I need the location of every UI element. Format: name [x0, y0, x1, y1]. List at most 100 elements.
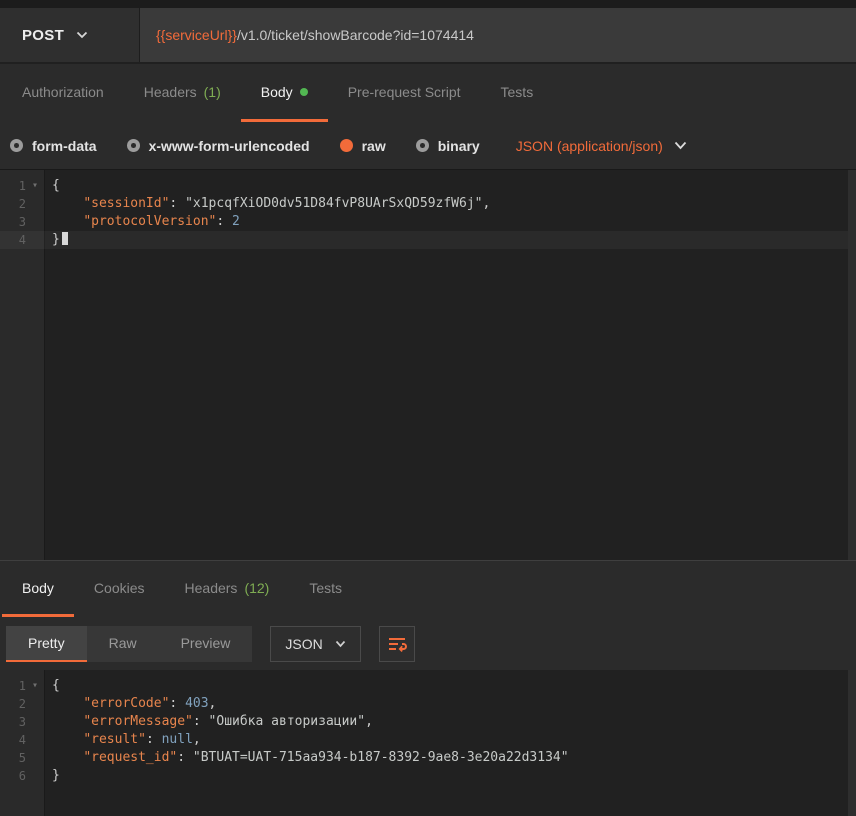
tab-count-badge: (1) [203, 83, 221, 100]
view-preview[interactable]: Preview [159, 626, 253, 662]
code-text: "protocolVersion": 2 [83, 214, 240, 229]
mode-label: x-www-form-urlencoded [148, 137, 310, 154]
method-label: POST [22, 26, 65, 44]
url-input[interactable]: {{serviceUrl}}/v1.0/ticket/showBarcode?i… [140, 8, 856, 62]
text-cursor [61, 232, 68, 245]
code-line-3: 3 "protocolVersion": 2 [0, 213, 856, 231]
response-tab-body[interactable]: Body [2, 561, 74, 617]
tab-label: Cookies [93, 579, 145, 596]
code-line-3: 3 "errorMessage": "Ошибка авторизации", [0, 713, 856, 731]
tab-label: Tests [309, 579, 343, 596]
line-number: 3 [18, 715, 26, 729]
code-line-4: 4} [0, 231, 856, 249]
response-tab-cookies[interactable]: Cookies [74, 561, 165, 617]
content-type-selector[interactable]: JSON (application/json) [516, 138, 687, 154]
code-text: { [52, 178, 60, 193]
request-tab-body[interactable]: Body [240, 64, 328, 122]
view-raw[interactable]: Raw [87, 626, 159, 662]
wrap-lines-icon [388, 637, 407, 652]
fold-gutter-space [26, 213, 44, 231]
code-line-5: 5 "request_id": "BTUAT=UAT-715aa934-b187… [0, 749, 856, 767]
fold-caret-icon[interactable]: ▾ [26, 677, 44, 695]
body-mode-form-data[interactable]: form-data [10, 138, 97, 154]
radio-icon [415, 139, 429, 152]
response-tabs: Body Cookies Headers (12) Tests [0, 560, 856, 617]
fold-gutter-space [26, 195, 44, 213]
line-number: 1 [18, 179, 26, 193]
request-tabs: Authorization Headers (1) Body Pre-request S… [0, 64, 856, 122]
tab-count-badge: (12) [244, 579, 270, 596]
code-line-6: 6} [0, 767, 856, 785]
chevron-down-icon [674, 141, 686, 150]
code-text: { [52, 678, 60, 693]
tab-label: Authorization [22, 83, 104, 100]
radio-icon [126, 139, 140, 152]
fold-gutter-space [26, 695, 44, 713]
postman-window: POST {{serviceUrl}}/v1.0/ticket/showBarc… [0, 0, 856, 816]
line-number: 5 [18, 751, 26, 765]
content-type-label: JSON (application/json) [515, 137, 663, 154]
tab-label: Pre-request Script [347, 83, 461, 100]
response-toolbar: Pretty Raw Preview JSON [0, 617, 856, 670]
top-strip [0, 0, 856, 8]
line-number: 2 [18, 697, 26, 711]
code-line-4: 4 "result": null, [0, 731, 856, 749]
url-path: /v1.0/ticket/showBarcode?id=1074414 [236, 27, 474, 43]
body-mode-x-www-form-urlencoded[interactable]: x-www-form-urlencoded [126, 137, 310, 154]
mode-label: raw [361, 137, 386, 154]
code-text: "errorMessage": "Ошибка авторизации", [83, 714, 373, 729]
line-number: 4 [18, 233, 26, 247]
fold-gutter-space [26, 231, 44, 249]
request-url-bar: POST {{serviceUrl}}/v1.0/ticket/showBarc… [0, 8, 856, 64]
request-tab-authorization[interactable]: Authorization [2, 64, 124, 122]
request-body-editor[interactable]: 1 ▾ {2 "sessionId": "x1pcqfXiOD0dv51D84fvP… [0, 170, 856, 560]
response-tab-tests[interactable]: Tests [289, 561, 362, 617]
code-text: "request_id": "BTUAT=UAT-715aa934-b187-8… [83, 750, 569, 765]
line-number: 6 [18, 769, 26, 783]
tab-label: Headers [143, 83, 197, 100]
request-tab-headers[interactable]: Headers (1) [124, 64, 241, 122]
view-switcher: Pretty Raw Preview [6, 625, 253, 662]
code-line-1: 1 ▾ { [0, 677, 856, 695]
body-mode-binary[interactable]: binary [415, 137, 480, 154]
body-mode-raw[interactable]: raw [339, 137, 386, 154]
fold-gutter-space [26, 713, 44, 731]
response-tab-headers[interactable]: Headers (12) [165, 561, 290, 617]
method-selector[interactable]: POST [0, 8, 140, 62]
line-number: 2 [18, 197, 26, 211]
code-text: "sessionId": "x1pcqfXiOD0dv51D84fvP8UArS… [83, 196, 491, 211]
fold-gutter-space [26, 749, 44, 767]
mode-label: form-data [32, 137, 97, 154]
code-line-1: 1 ▾ { [0, 177, 856, 195]
code-line-2: 2 "sessionId": "x1pcqfXiOD0dv51D84fvP8UA… [0, 195, 856, 213]
fold-gutter-space [26, 767, 44, 785]
tab-label: Body [22, 579, 54, 596]
language-label: JSON [285, 635, 323, 652]
body-content-dot-icon [299, 87, 308, 96]
line-number: 3 [18, 215, 26, 229]
tab-label: Body [260, 83, 293, 100]
tab-label: Headers [184, 579, 238, 596]
body-mode-bar: form-data x-www-form-urlencoded raw binary … [0, 122, 856, 170]
line-number: 1 [18, 679, 26, 693]
fold-gutter-space [26, 731, 44, 749]
chevron-down-icon [76, 31, 88, 39]
wrap-lines-button[interactable] [378, 625, 415, 662]
code-text: } [52, 768, 60, 783]
language-selector[interactable]: JSON [270, 625, 361, 662]
tab-label: Tests [500, 83, 534, 100]
view-pretty[interactable]: Pretty [6, 625, 87, 662]
code-line-2: 2 "errorCode": 403, [0, 695, 856, 713]
body-modes: form-data x-www-form-urlencoded raw binary [10, 138, 480, 154]
fold-caret-icon[interactable]: ▾ [26, 177, 44, 195]
code-text: "errorCode": 403, [83, 696, 217, 711]
request-tab-tests[interactable]: Tests [481, 64, 554, 122]
request-tab-pre-request-script[interactable]: Pre-request Script [328, 64, 481, 122]
chevron-down-icon [335, 640, 345, 647]
code-text: } [44, 231, 68, 249]
code-text: "result": null, [83, 732, 201, 747]
radio-icon [10, 139, 23, 152]
url-variable: {{serviceUrl}} [156, 27, 237, 43]
response-body-editor: 1 ▾{2 "errorCode": 403, 3 "errorMessage": … [0, 670, 856, 816]
mode-label: binary [437, 137, 480, 154]
